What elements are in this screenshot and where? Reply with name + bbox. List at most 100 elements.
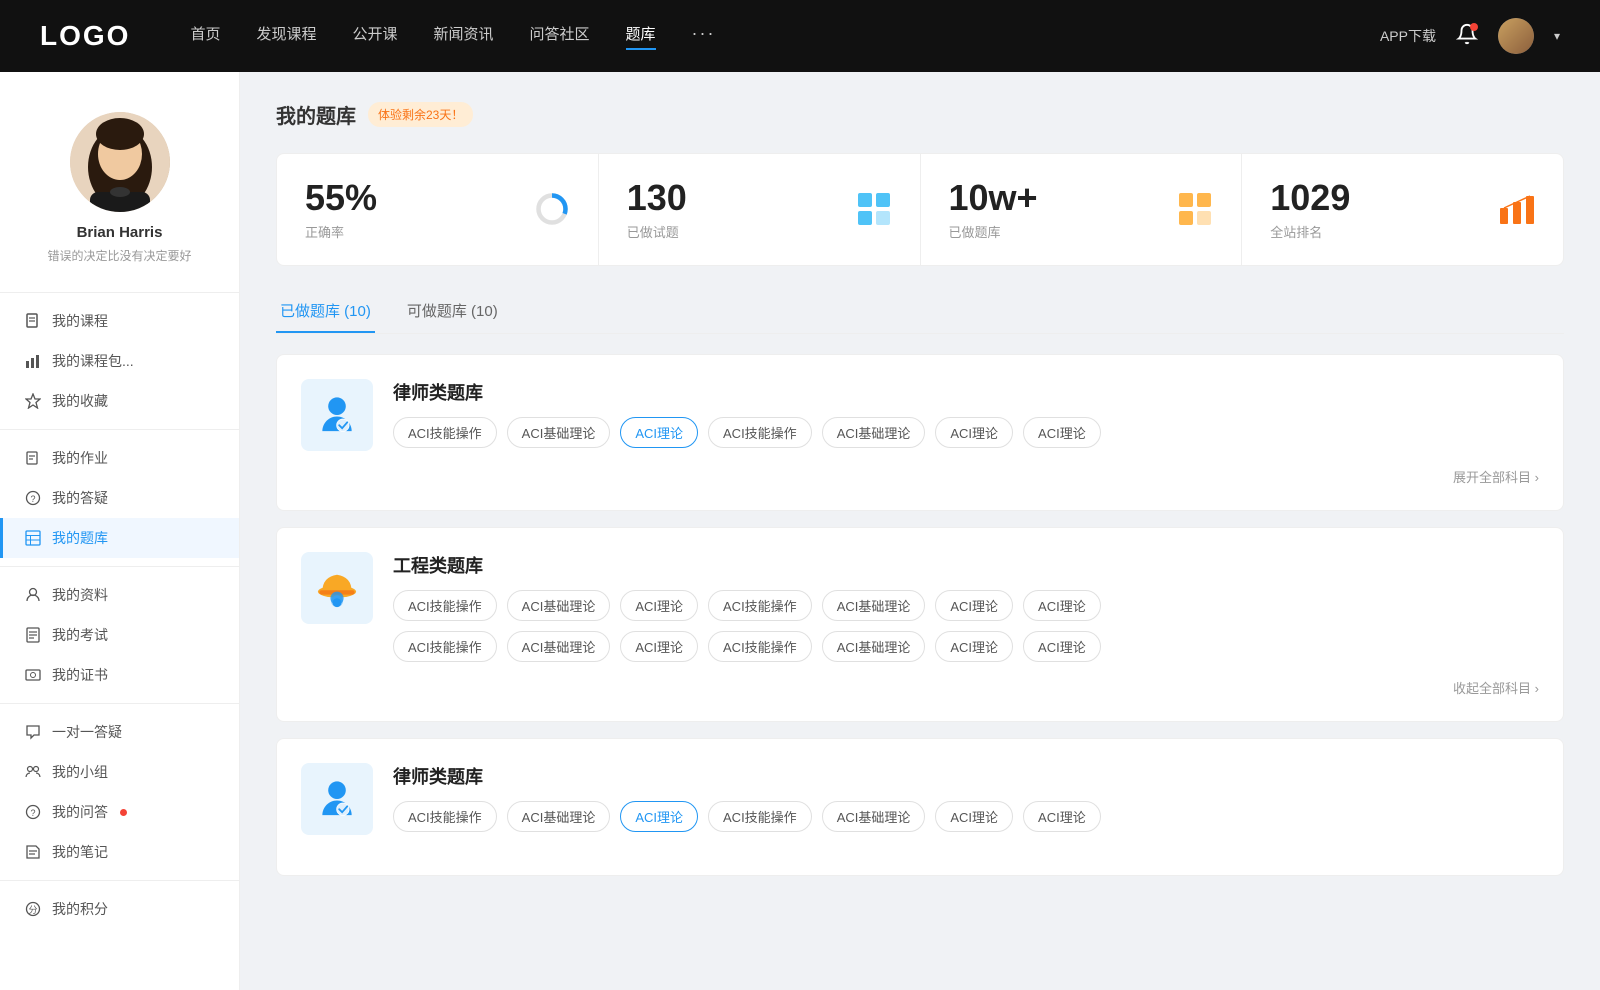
nav-open[interactable]: 公开课 bbox=[352, 23, 397, 50]
tag-eng-8[interactable]: ACI技能操作 bbox=[393, 631, 497, 662]
tag-eng-1[interactable]: ACI技能操作 bbox=[393, 590, 497, 621]
engineering-collapse-link[interactable]: 收起全部科目 › bbox=[301, 678, 1539, 697]
svg-text:分: 分 bbox=[28, 905, 37, 915]
tag-eng-12[interactable]: ACI基础理论 bbox=[822, 631, 926, 662]
stat-questions-done-value: 130 bbox=[627, 178, 842, 218]
stat-banks-done-text: 10w+ 已做题库 bbox=[949, 178, 1164, 241]
avatar-illustration bbox=[70, 112, 170, 212]
tag-lawyer2-7[interactable]: ACI理论 bbox=[1023, 801, 1101, 832]
sidebar-item-course-pack[interactable]: 我的课程包... bbox=[0, 341, 239, 381]
profile-label: 我的资料 bbox=[52, 585, 108, 605]
sidebar-item-notes[interactable]: 我的笔记 bbox=[0, 832, 239, 872]
star-icon bbox=[24, 392, 42, 410]
table-icon bbox=[24, 529, 42, 547]
chart-icon bbox=[1499, 191, 1535, 227]
tab-available[interactable]: 可做题库 (10) bbox=[403, 290, 502, 333]
sidebar-item-1on1[interactable]: 一对一答疑 bbox=[0, 712, 239, 752]
tag-lawyer2-2[interactable]: ACI基础理论 bbox=[507, 801, 611, 832]
avatar[interactable] bbox=[1498, 18, 1534, 54]
tag-eng-7[interactable]: ACI理论 bbox=[1023, 590, 1101, 621]
sidebar-item-tiku[interactable]: 我的题库 bbox=[0, 518, 239, 558]
tag-eng-9[interactable]: ACI基础理论 bbox=[507, 631, 611, 662]
tag-lawyer-4[interactable]: ACI技能操作 bbox=[708, 417, 812, 448]
tag-eng-10[interactable]: ACI理论 bbox=[620, 631, 698, 662]
tag-eng-3[interactable]: ACI理论 bbox=[620, 590, 698, 621]
favorites-label: 我的收藏 bbox=[52, 391, 108, 411]
trial-badge: 体验剩余23天！ bbox=[368, 102, 473, 127]
stat-banks-done: 10w+ 已做题库 bbox=[921, 154, 1243, 265]
tag-lawyer2-5[interactable]: ACI基础理论 bbox=[822, 801, 926, 832]
stat-accuracy-text: 55% 正确率 bbox=[305, 178, 520, 241]
engineering-tags-row-1: ACI技能操作 ACI基础理论 ACI理论 ACI技能操作 ACI基础理论 AC… bbox=[393, 590, 1539, 621]
nav-discover[interactable]: 发现课程 bbox=[256, 23, 316, 50]
tag-lawyer-6[interactable]: ACI理论 bbox=[935, 417, 1013, 448]
sidebar-item-qa-mine[interactable]: ? 我的答疑 bbox=[0, 478, 239, 518]
nav-home[interactable]: 首页 bbox=[190, 23, 220, 50]
myqa-notification-dot bbox=[120, 809, 127, 816]
qbank-section-lawyer-info: 律师类题库 ACI技能操作 ACI基础理论 ACI理论 ACI技能操作 ACI基… bbox=[393, 379, 1539, 448]
tag-lawyer-3-active[interactable]: ACI理论 bbox=[620, 417, 698, 448]
stats-row: 55% 正确率 130 已做试题 bbox=[276, 153, 1564, 266]
app-download-button[interactable]: APP下载 bbox=[1380, 26, 1436, 46]
cert-icon bbox=[24, 666, 42, 684]
tag-lawyer2-3-active[interactable]: ACI理论 bbox=[620, 801, 698, 832]
nav-tiku[interactable]: 题库 bbox=[626, 23, 656, 50]
tag-eng-14[interactable]: ACI理论 bbox=[1023, 631, 1101, 662]
qbank-section-lawyer-2-header: 律师类题库 ACI技能操作 ACI基础理论 ACI理论 ACI技能操作 ACI基… bbox=[301, 763, 1539, 835]
sidebar-item-group[interactable]: 我的小组 bbox=[0, 752, 239, 792]
tag-lawyer2-6[interactable]: ACI理论 bbox=[935, 801, 1013, 832]
qa-mine-label: 我的答疑 bbox=[52, 488, 108, 508]
notes-label: 我的笔记 bbox=[52, 842, 108, 862]
tag-eng-11[interactable]: ACI技能操作 bbox=[708, 631, 812, 662]
lawyer-expand-link[interactable]: 展开全部科目 › bbox=[301, 467, 1539, 486]
engineering-icon-wrap bbox=[301, 552, 373, 624]
nav-more[interactable]: ··· bbox=[692, 23, 716, 50]
sidebar-item-cert[interactable]: 我的证书 bbox=[0, 655, 239, 695]
sidebar-item-myqa[interactable]: ? 我的问答 bbox=[0, 792, 239, 832]
tab-done[interactable]: 已做题库 (10) bbox=[276, 290, 375, 333]
layout: Brian Harris 错误的决定比没有决定要好 我的课程 我的课程包... bbox=[0, 72, 1600, 990]
nav-qa[interactable]: 问答社区 bbox=[530, 23, 590, 50]
sidebar-avatar bbox=[70, 112, 170, 212]
qbank-section-engineering-title: 工程类题库 bbox=[393, 552, 1539, 578]
tag-eng-2[interactable]: ACI基础理论 bbox=[507, 590, 611, 621]
course-pack-label: 我的课程包... bbox=[52, 351, 134, 371]
sidebar-item-profile[interactable]: 我的资料 bbox=[0, 575, 239, 615]
sidebar-item-homework[interactable]: 我的作业 bbox=[0, 438, 239, 478]
tag-eng-13[interactable]: ACI理论 bbox=[935, 631, 1013, 662]
lawyer-person-icon bbox=[315, 393, 359, 437]
qbank-section-lawyer-2-info: 律师类题库 ACI技能操作 ACI基础理论 ACI理论 ACI技能操作 ACI基… bbox=[393, 763, 1539, 832]
chat-icon bbox=[24, 723, 42, 741]
tag-lawyer-1[interactable]: ACI技能操作 bbox=[393, 417, 497, 448]
bell-icon[interactable] bbox=[1456, 23, 1478, 50]
sidebar-item-favorites[interactable]: 我的收藏 bbox=[0, 381, 239, 421]
tag-eng-5[interactable]: ACI基础理论 bbox=[822, 590, 926, 621]
user-motto: 错误的决定比没有决定要好 bbox=[20, 247, 219, 264]
tiku-label: 我的题库 bbox=[52, 528, 108, 548]
nav-news[interactable]: 新闻资讯 bbox=[434, 23, 494, 50]
sidebar-item-points[interactable]: 分 我的积分 bbox=[0, 889, 239, 929]
lawyer-tags-row: ACI技能操作 ACI基础理论 ACI理论 ACI技能操作 ACI基础理论 AC… bbox=[393, 417, 1539, 448]
lawyer-2-person-icon bbox=[315, 777, 359, 821]
avatar-dropdown-arrow[interactable]: ▾ bbox=[1554, 29, 1560, 43]
tag-lawyer2-4[interactable]: ACI技能操作 bbox=[708, 801, 812, 832]
tag-lawyer-2[interactable]: ACI基础理论 bbox=[507, 417, 611, 448]
divider-3 bbox=[0, 566, 239, 567]
tag-lawyer2-1[interactable]: ACI技能操作 bbox=[393, 801, 497, 832]
qbank-section-engineering-header: 工程类题库 ACI技能操作 ACI基础理论 ACI理论 ACI技能操作 ACI基… bbox=[301, 552, 1539, 662]
stat-questions-done-label: 已做试题 bbox=[627, 222, 842, 241]
question-circle-icon: ? bbox=[24, 489, 42, 507]
tag-eng-6[interactable]: ACI理论 bbox=[935, 590, 1013, 621]
stat-rank-label: 全站排名 bbox=[1270, 222, 1485, 241]
tag-lawyer-5[interactable]: ACI基础理论 bbox=[822, 417, 926, 448]
tag-eng-4[interactable]: ACI技能操作 bbox=[708, 590, 812, 621]
sidebar-item-exam[interactable]: 我的考试 bbox=[0, 615, 239, 655]
nav-links: 首页 发现课程 公开课 新闻资讯 问答社区 题库 ··· bbox=[190, 23, 1380, 50]
sidebar-item-course[interactable]: 我的课程 bbox=[0, 301, 239, 341]
tag-lawyer-7[interactable]: ACI理论 bbox=[1023, 417, 1101, 448]
user-name: Brian Harris bbox=[20, 224, 219, 241]
engineering-tags-row-2: ACI技能操作 ACI基础理论 ACI理论 ACI技能操作 ACI基础理论 AC… bbox=[393, 631, 1539, 662]
doc-icon bbox=[24, 626, 42, 644]
qbank-section-engineering-info: 工程类题库 ACI技能操作 ACI基础理论 ACI理论 ACI技能操作 ACI基… bbox=[393, 552, 1539, 662]
qbank-section-engineering: 工程类题库 ACI技能操作 ACI基础理论 ACI理论 ACI技能操作 ACI基… bbox=[276, 527, 1564, 722]
